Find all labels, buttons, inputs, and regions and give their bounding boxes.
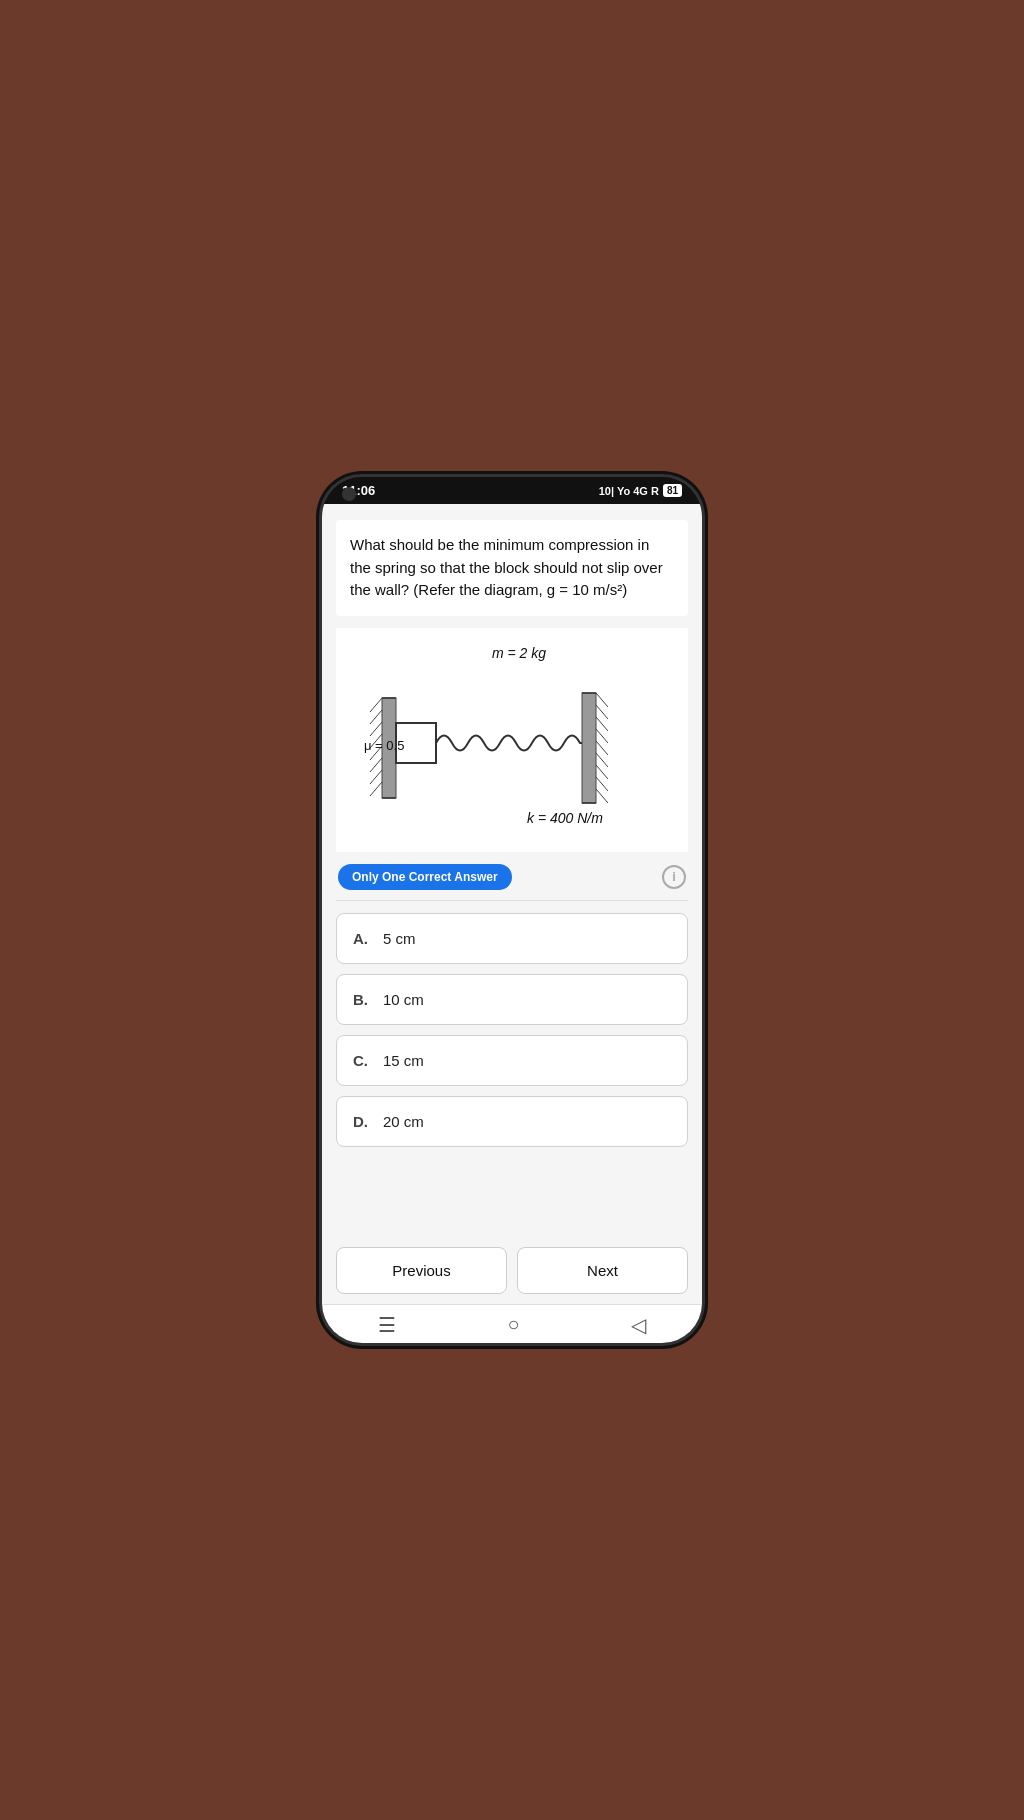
svg-line-18 — [596, 753, 608, 767]
svg-line-21 — [596, 789, 608, 803]
svg-line-17 — [596, 741, 608, 755]
svg-line-9 — [370, 782, 382, 796]
option-a-value: 5 cm — [383, 930, 416, 947]
option-d-value: 20 cm — [383, 1113, 424, 1130]
svg-line-19 — [596, 765, 608, 779]
option-c[interactable]: C. 15 cm — [336, 1035, 688, 1086]
svg-line-8 — [370, 770, 382, 784]
back-icon[interactable]: ◁ — [631, 1313, 646, 1337]
signal-icons: 10| Yo 4G R — [599, 485, 659, 497]
option-d[interactable]: D. 20 cm — [336, 1096, 688, 1147]
diagram-container: m = 2 kg μ = 0.5 — [336, 628, 688, 852]
svg-line-13 — [596, 693, 608, 707]
option-c-letter: C. — [353, 1052, 371, 1069]
answer-type-badge: Only One Correct Answer — [338, 864, 512, 890]
svg-text:k = 400 N/m: k = 400 N/m — [527, 810, 603, 826]
bottom-nav: ☰ ○ ◁ — [322, 1304, 702, 1343]
option-b-letter: B. — [353, 991, 371, 1008]
svg-line-14 — [596, 705, 608, 719]
option-a-letter: A. — [353, 930, 371, 947]
diagram-svg: m = 2 kg μ = 0.5 — [350, 638, 674, 838]
option-c-value: 15 cm — [383, 1052, 424, 1069]
svg-line-3 — [370, 710, 382, 724]
svg-line-7 — [370, 758, 382, 772]
svg-line-4 — [370, 722, 382, 736]
svg-line-20 — [596, 777, 608, 791]
previous-button[interactable]: Previous — [336, 1247, 507, 1294]
answer-type-row: Only One Correct Answer i — [336, 864, 688, 890]
svg-line-15 — [596, 717, 608, 731]
home-icon[interactable]: ○ — [507, 1313, 519, 1336]
svg-line-2 — [370, 698, 382, 712]
next-button[interactable]: Next — [517, 1247, 688, 1294]
option-b[interactable]: B. 10 cm — [336, 974, 688, 1025]
svg-text:m = 2 kg: m = 2 kg — [492, 645, 546, 661]
phone-frame: 11:06 10| Yo 4G R 81 What should be the … — [322, 477, 702, 1343]
svg-rect-12 — [582, 693, 596, 803]
option-a[interactable]: A. 5 cm — [336, 913, 688, 964]
svg-line-16 — [596, 729, 608, 743]
menu-icon[interactable]: ☰ — [378, 1313, 396, 1337]
divider — [336, 900, 688, 901]
status-right: 10| Yo 4G R 81 — [599, 484, 682, 497]
option-b-value: 10 cm — [383, 991, 424, 1008]
svg-text:μ = 0.5: μ = 0.5 — [364, 738, 404, 753]
battery-indicator: 81 — [663, 484, 682, 497]
option-d-letter: D. — [353, 1113, 371, 1130]
status-bar: 11:06 10| Yo 4G R 81 — [322, 477, 702, 504]
nav-buttons: Previous Next — [322, 1237, 702, 1304]
question-text: What should be the minimum compression i… — [336, 520, 688, 616]
screen-content: What should be the minimum compression i… — [322, 504, 702, 1237]
info-icon[interactable]: i — [662, 865, 686, 889]
